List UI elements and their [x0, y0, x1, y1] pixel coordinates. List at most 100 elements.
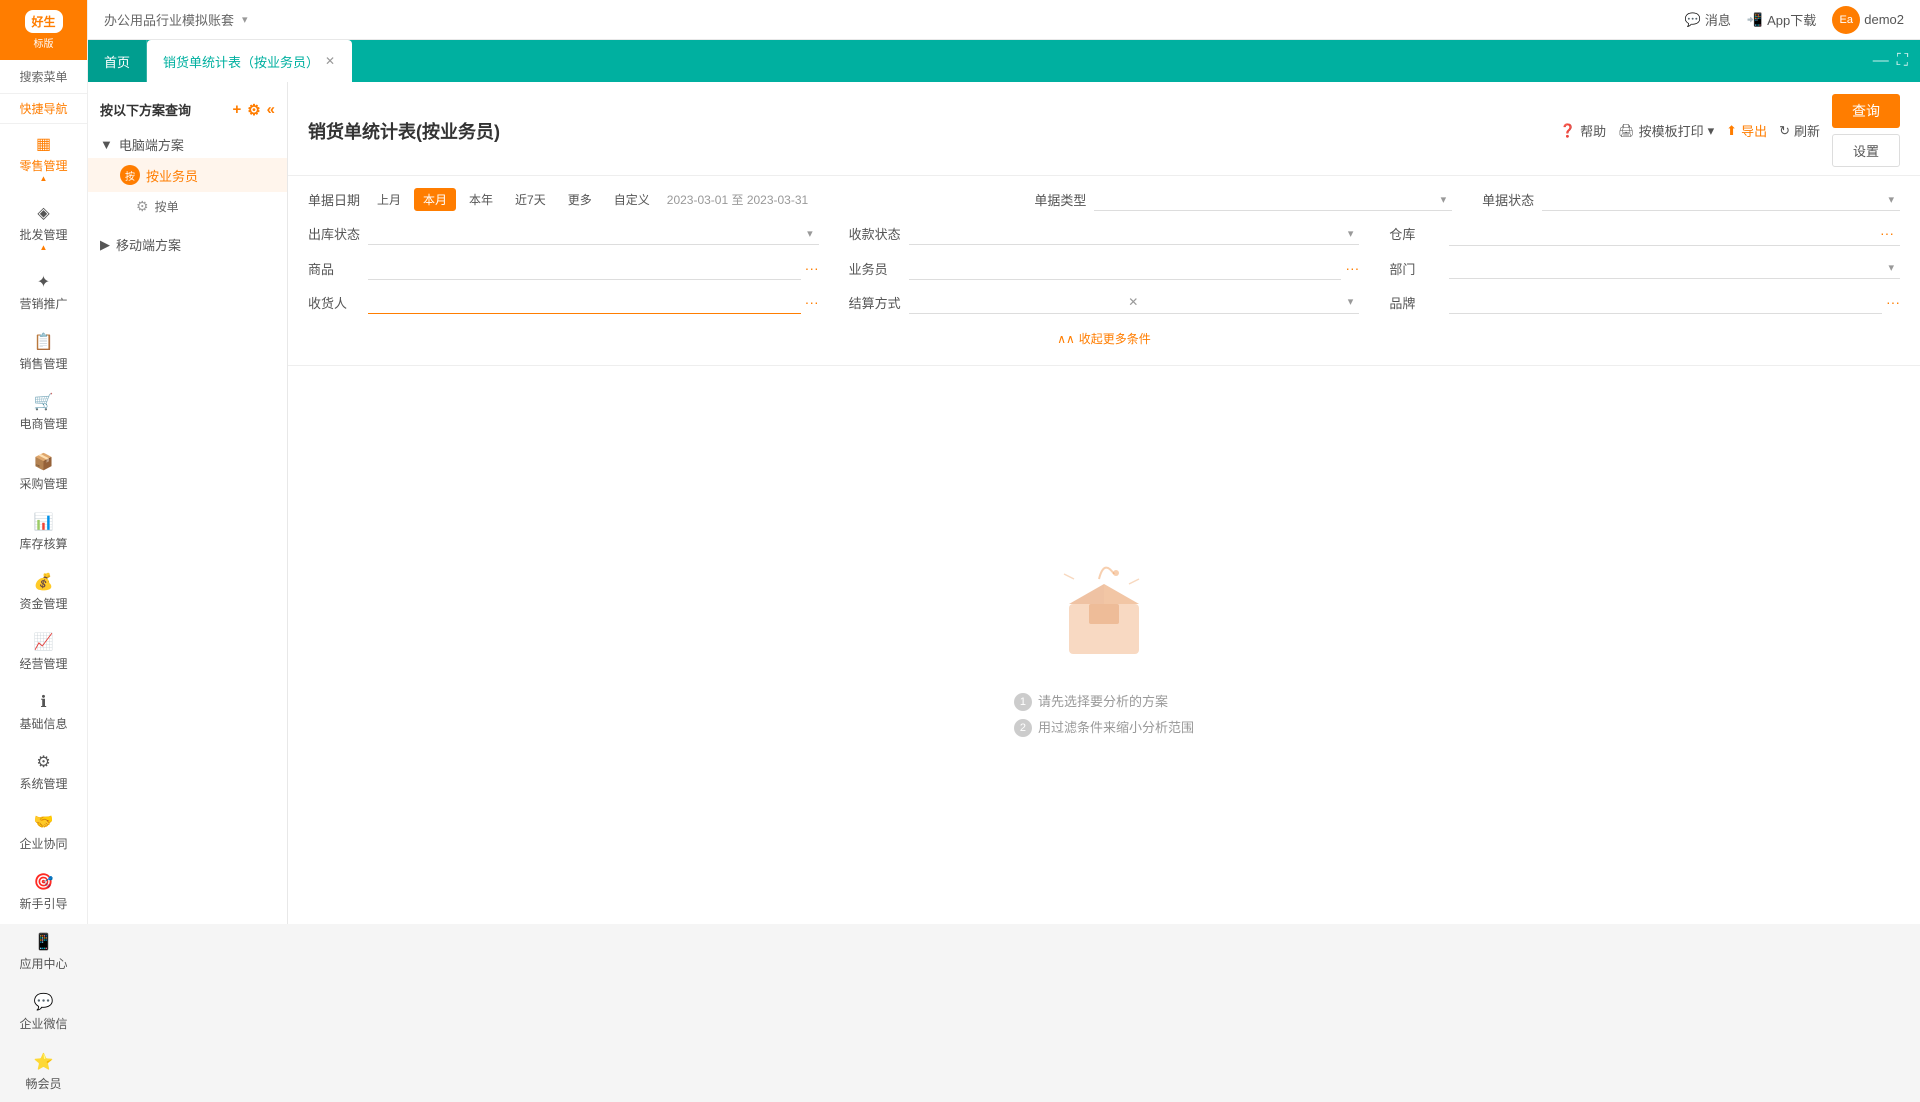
search-menu[interactable]: 搜索菜单: [0, 60, 87, 94]
date-this-month[interactable]: 本月: [414, 188, 456, 211]
help-btn[interactable]: ❓ 帮助: [1560, 121, 1606, 140]
date-more[interactable]: 更多: [559, 188, 601, 211]
date-this-year[interactable]: 本年: [460, 188, 502, 211]
left-panel-title-actions: + ⚙ «: [232, 101, 275, 119]
scheme-item-by-salesperson[interactable]: 按 按业务员: [88, 158, 287, 192]
filter-out-status: 出库状态 ▾: [308, 223, 819, 245]
filter-row-2: 出库状态 ▾ 收款状态 ▾ 仓库: [308, 221, 1900, 246]
tab-close-icon[interactable]: ✕: [325, 54, 335, 68]
sidebar-item-operation[interactable]: 📈 经营管理: [0, 622, 87, 682]
brand-label: 品牌: [1389, 293, 1449, 312]
scheme-sub-by-order[interactable]: ⚙ 按单: [88, 192, 287, 221]
warehouse-dots[interactable]: ···: [1880, 225, 1894, 241]
filter-row-4: 收货人 ··· 结算方式 ✕ ▾ 品牌: [308, 290, 1900, 314]
sidebar-item-apps[interactable]: 📱 应用中心: [0, 922, 87, 982]
tab-home[interactable]: 首页: [88, 40, 147, 82]
salesperson-input[interactable]: [909, 256, 1342, 280]
sidebar-item-finance[interactable]: 💰 资金管理: [0, 562, 87, 622]
sidebar-item-purchase[interactable]: 📦 采购管理: [0, 442, 87, 502]
sidebar-item-ecommerce[interactable]: 🛒 电商管理: [0, 382, 87, 442]
sidebar-item-sales[interactable]: 📋 销售管理: [0, 322, 87, 382]
retail-icon: ▦: [36, 134, 51, 154]
out-status-label: 出库状态: [308, 224, 368, 243]
sidebar-item-marketing[interactable]: ✦ 营销推广: [0, 262, 87, 322]
app-download-btn[interactable]: 📲 App下载: [1747, 10, 1816, 29]
filter-doc-status: 单据状态 ▾: [1452, 189, 1900, 211]
settlement-clear-btn[interactable]: ✕: [1128, 295, 1138, 309]
sidebar-item-wechat[interactable]: 💬 企业微信: [0, 982, 87, 1042]
marketing-icon: ✦: [37, 272, 50, 292]
sidebar-item-inventory[interactable]: 📊 库存核算: [0, 502, 87, 562]
salesperson-dots[interactable]: ···: [1345, 260, 1359, 276]
refresh-btn[interactable]: ↻ 刷新: [1779, 121, 1820, 140]
tab-minimize-btn[interactable]: —: [1873, 52, 1889, 70]
filter-warehouse: 仓库 ···: [1359, 221, 1900, 246]
quick-nav[interactable]: 快捷导航: [0, 94, 87, 124]
print-icon: 🖨: [1618, 123, 1635, 139]
settlement-arrow: ▾: [1348, 295, 1354, 308]
consignee-dots[interactable]: ···: [805, 294, 819, 310]
right-panel: 销货单统计表(按业务员) ❓ 帮助 🖨 按模板打印 ▾ ⬆ 导出: [288, 82, 1920, 924]
date-last-month[interactable]: 上月: [368, 188, 410, 211]
tabbar: 首页 销货单统计表（按业务员） ✕ — ⛶: [88, 40, 1920, 82]
download-icon: 📲: [1747, 12, 1763, 28]
collection-status-select[interactable]: ▾: [909, 223, 1360, 245]
settlement-select[interactable]: ✕ ▾: [909, 291, 1360, 314]
filter-area: 单据日期 上月 本月 本年 近7天 更多 自定义 2023-03-01 至 20…: [288, 176, 1920, 366]
dept-select[interactable]: ▾: [1449, 257, 1900, 279]
sidebar-item-retail[interactable]: ▦ 零售管理: [0, 124, 87, 193]
scheme-order-icon: ⚙: [136, 198, 149, 215]
breadcrumb-dropdown[interactable]: ▾: [242, 13, 248, 26]
member-icon: ⭐: [34, 1052, 54, 1072]
tip1-text: 请先选择要分析的方案: [1038, 689, 1168, 715]
tip2-text: 用过滤条件来缩小分析范围: [1038, 715, 1194, 741]
doc-type-select[interactable]: ▾: [1094, 189, 1452, 211]
warehouse-select[interactable]: ···: [1449, 221, 1900, 246]
filter-dept: 部门 ▾: [1359, 257, 1900, 279]
user-avatar-area[interactable]: Ea demo2: [1832, 6, 1904, 34]
brand-input[interactable]: [1449, 290, 1882, 314]
enterprise-icon: 🤝: [34, 812, 54, 832]
date-custom[interactable]: 自定义: [605, 188, 659, 211]
purchase-icon: 📦: [34, 452, 54, 472]
topbar: 办公用品行业模拟账套 ▾ 💬 消息 📲 App下载 Ea demo2: [88, 0, 1920, 40]
expand-icon: ▼: [100, 137, 113, 152]
settings-button[interactable]: 设置: [1832, 134, 1900, 167]
dept-label: 部门: [1389, 259, 1449, 278]
filter-date: 单据日期 上月 本月 本年 近7天 更多 自定义 2023-03-01 至 20…: [308, 188, 1004, 211]
scheme-salesperson-icon: 按: [120, 165, 140, 185]
consignee-input[interactable]: [368, 290, 801, 314]
empty-illustration: [1044, 549, 1164, 669]
sidebar-item-system[interactable]: ⚙ 系统管理: [0, 742, 87, 802]
brand-dots[interactable]: ···: [1886, 294, 1900, 310]
sidebar-item-wholesale[interactable]: ◈ 批发管理: [0, 193, 87, 262]
sidebar-item-enterprise[interactable]: 🤝 企业协同: [0, 802, 87, 862]
mobile-scheme-title[interactable]: ▶ 移动端方案: [88, 229, 287, 258]
consignee-label: 收货人: [308, 293, 368, 312]
product-dots[interactable]: ···: [805, 260, 819, 276]
sidebar-item-newbie[interactable]: 🎯 新手引导: [0, 862, 87, 922]
collapse-btn[interactable]: ∧∧ 收起更多条件: [1057, 330, 1151, 347]
out-status-select[interactable]: ▾: [368, 223, 819, 245]
template-print-btn[interactable]: 🖨 按模板打印 ▾: [1618, 121, 1714, 140]
product-input[interactable]: [368, 256, 801, 280]
query-button[interactable]: 查询: [1832, 94, 1900, 128]
date-last-7days[interactable]: 近7天: [506, 188, 555, 211]
panel-collapse-btn[interactable]: «: [267, 101, 275, 119]
doc-type-label: 单据类型: [1034, 190, 1094, 209]
tab-maximize-btn[interactable]: ⛶: [1897, 52, 1908, 70]
sidebar-item-basic[interactable]: ℹ 基础信息: [0, 682, 87, 742]
message-btn[interactable]: 💬 消息: [1685, 10, 1731, 29]
doc-status-select[interactable]: ▾: [1542, 189, 1900, 211]
desktop-scheme-title[interactable]: ▼ 电脑端方案: [88, 129, 287, 158]
scheme-settings-btn[interactable]: ⚙: [247, 101, 260, 119]
add-scheme-btn[interactable]: +: [232, 101, 241, 119]
sidebar-item-member[interactable]: ⭐ 畅会员: [0, 1042, 87, 1102]
system-icon: ⚙: [36, 752, 50, 772]
tab-sales-stats[interactable]: 销货单统计表（按业务员） ✕: [147, 40, 352, 82]
topbar-left: 办公用品行业模拟账套 ▾: [104, 10, 248, 29]
empty-tips: 1 请先选择要分析的方案 2 用过滤条件来缩小分析范围: [1014, 689, 1194, 741]
export-btn[interactable]: ⬆ 导出: [1726, 121, 1767, 140]
refresh-icon: ↻: [1779, 123, 1790, 139]
print-dropdown-icon[interactable]: ▾: [1708, 123, 1715, 139]
